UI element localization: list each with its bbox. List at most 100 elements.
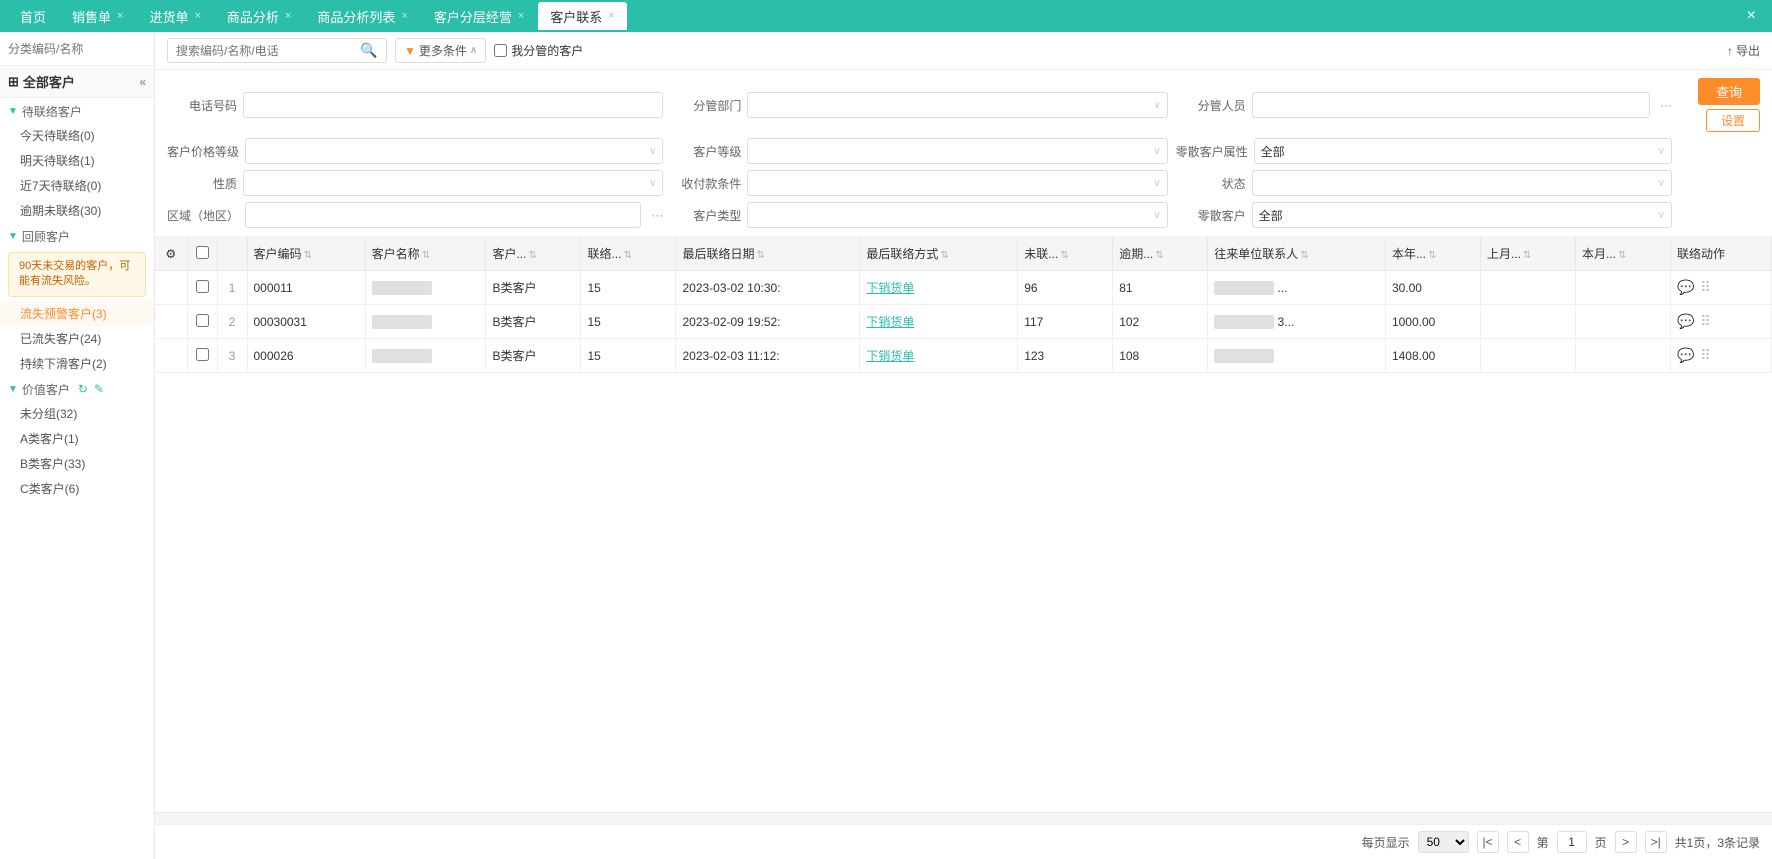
th-type[interactable]: 客户...⇅ [486,237,581,271]
status-select[interactable]: ∨ [1252,170,1672,196]
row-last-method[interactable]: 下销货单 [860,271,1018,305]
nav-tab-sales[interactable]: 销售单 × [60,2,135,30]
row-action-more-icon[interactable]: ⠿ [1700,279,1710,296]
row-last-method-link[interactable]: 下销货单 [866,281,914,295]
row-last-method-link[interactable]: 下销货单 [866,315,914,329]
zero-order-attr-select[interactable]: 全部 ∨ [1254,138,1672,164]
nav-tab-analysis-list[interactable]: 商品分析列表 × [305,2,419,30]
page-number-input[interactable] [1557,831,1587,853]
payment-select[interactable]: ∨ [747,170,1167,196]
row-action-more-icon[interactable]: ⠿ [1700,347,1710,364]
sidebar-search-input[interactable] [8,42,155,56]
sidebar-item-tomorrow[interactable]: 明天待联络(1) [0,148,154,173]
sidebar-item-declining[interactable]: 持续下滑客户(2) [0,351,154,376]
customer-level-select[interactable]: ∨ [747,138,1167,164]
sidebar-section-review[interactable]: ▼ 回顾客户 [0,223,154,248]
sidebar-item-ungroup[interactable]: 未分组(32) [0,401,154,426]
my-customers-checkbox[interactable] [494,44,507,57]
nav-tab-customer-tier[interactable]: 客户分层经营 × [422,2,536,30]
th-contact-person[interactable]: 往来单位联系人⇅ [1208,237,1386,271]
price-level-select[interactable]: ∨ [245,138,663,164]
phone-input[interactable] [243,92,663,118]
th-this-month[interactable]: 本月...⇅ [1575,237,1670,271]
th-gear[interactable]: ⚙ [155,237,187,271]
staff-more-dots[interactable]: ··· [1660,98,1672,112]
nav-close-all-button[interactable]: × [1739,7,1764,25]
sidebar-item-churn-warning[interactable]: 流失预警客户(3) [0,301,154,326]
horizontal-scrollbar[interactable] [155,812,1772,824]
sidebar-item-overdue[interactable]: 逾期未联络(30) [0,198,154,223]
sort-icon-this-month: ⇅ [1618,250,1626,261]
table-header-row: ⚙ 客户编码⇅ 客户名称⇅ 客户...⇅ 联络...⇅ 最后联络日期⇅ 最后联络… [155,237,1772,271]
sidebar-item-a-class[interactable]: A类客户(1) [0,426,154,451]
th-last-date[interactable]: 最后联络日期⇅ [676,237,860,271]
th-checkbox[interactable] [187,237,217,271]
row-checkbox-0[interactable] [196,280,209,293]
nav-tab-analysis-list-close[interactable]: × [401,10,407,22]
nav-tab-home[interactable]: 首页 [8,2,58,30]
th-overdue[interactable]: 逾期...⇅ [1113,237,1208,271]
region-more-dots[interactable]: ··· [651,208,663,222]
page-size-select[interactable]: 50 100 200 [1418,831,1469,853]
nav-tab-analysis-close[interactable]: × [285,10,291,22]
dept-select[interactable]: ∨ [747,92,1167,118]
sidebar-section-value[interactable]: ▼ 价值客户 ↻ ✎ [0,376,154,401]
sidebar-item-churned[interactable]: 已流失客户(24) [0,326,154,351]
sidebar-item-7days[interactable]: 近7天待联络(0) [0,173,154,198]
staff-select[interactable] [1252,92,1650,118]
prev-page-button[interactable]: < [1507,831,1529,853]
section-pending-label: 待联络客户 [22,103,82,120]
th-this-year[interactable]: 本年...⇅ [1385,237,1480,271]
select-all-checkbox[interactable] [196,246,209,259]
row-action-chat-icon[interactable]: 💬 [1677,313,1694,330]
sidebar-item-c-class[interactable]: C类客户(6) [0,476,154,501]
row-checkbox-1[interactable] [196,314,209,327]
th-contacts[interactable]: 联络...⇅ [581,237,676,271]
customer-type-select[interactable]: ∨ [747,202,1167,228]
nav-tab-sales-close[interactable]: × [117,10,123,22]
row-checkbox-cell[interactable] [187,305,217,339]
row-action-more-icon[interactable]: ⠿ [1700,313,1710,330]
row-action-chat-icon[interactable]: 💬 [1677,347,1694,364]
nav-tab-customer-contact-close[interactable]: × [608,10,614,22]
row-checkbox-cell[interactable] [187,271,217,305]
sidebar-item-today[interactable]: 今天待联络(0) [0,123,154,148]
sidebar-all-customers[interactable]: ⊞ 全部客户 « [0,66,154,98]
edit-icon[interactable]: ✎ [94,382,104,396]
search-input[interactable] [176,44,356,58]
query-button[interactable]: 查询 [1698,78,1760,105]
th-not-contacted[interactable]: 未联...⇅ [1018,237,1113,271]
row-action-chat-icon[interactable]: 💬 [1677,279,1694,296]
th-last-month[interactable]: 上月...⇅ [1480,237,1575,271]
gender-select[interactable]: ∨ [243,170,663,196]
th-last-method[interactable]: 最后联络方式⇅ [860,237,1018,271]
ungroup-label: 未分组(32) [20,407,77,421]
first-page-button[interactable]: |< [1477,831,1499,853]
row-last-method-link[interactable]: 下销货单 [866,349,914,363]
region-select[interactable] [245,202,641,228]
nav-tab-customer-contact[interactable]: 客户联系 × [538,2,626,30]
row-last-method[interactable]: 下销货单 [860,339,1018,373]
row-checkbox-cell[interactable] [187,339,217,373]
status-chevron: ∨ [1658,178,1665,189]
nav-tab-purchase-close[interactable]: × [194,10,200,22]
next-page-button[interactable]: > [1615,831,1637,853]
last-page-button[interactable]: >| [1645,831,1667,853]
nav-tab-customer-tier-close[interactable]: × [518,10,524,22]
my-customers-checkbox-label[interactable]: 我分管的客户 [494,42,583,59]
th-code[interactable]: 客户编码⇅ [247,237,365,271]
nav-tab-purchase[interactable]: 进货单 × [137,2,212,30]
th-name[interactable]: 客户名称⇅ [365,237,486,271]
row-last-method[interactable]: 下销货单 [860,305,1018,339]
nav-tab-analysis[interactable]: 商品分析 × [215,2,303,30]
export-button[interactable]: ↑ 导出 [1727,42,1760,59]
refresh-icon[interactable]: ↻ [78,382,88,396]
more-conditions-button[interactable]: ▼ 更多条件 ∧ [395,38,486,63]
zero-customer-select[interactable]: 全部 ∨ [1252,202,1672,228]
sidebar-section-pending[interactable]: ▼ 待联络客户 [0,98,154,123]
search-submit-icon[interactable]: 🔍 [360,42,377,59]
settings-button[interactable]: 设置 [1706,109,1760,132]
dept-chevron-icon: ∨ [1153,100,1160,111]
sidebar-item-b-class[interactable]: B类客户(33) [0,451,154,476]
row-checkbox-2[interactable] [196,348,209,361]
